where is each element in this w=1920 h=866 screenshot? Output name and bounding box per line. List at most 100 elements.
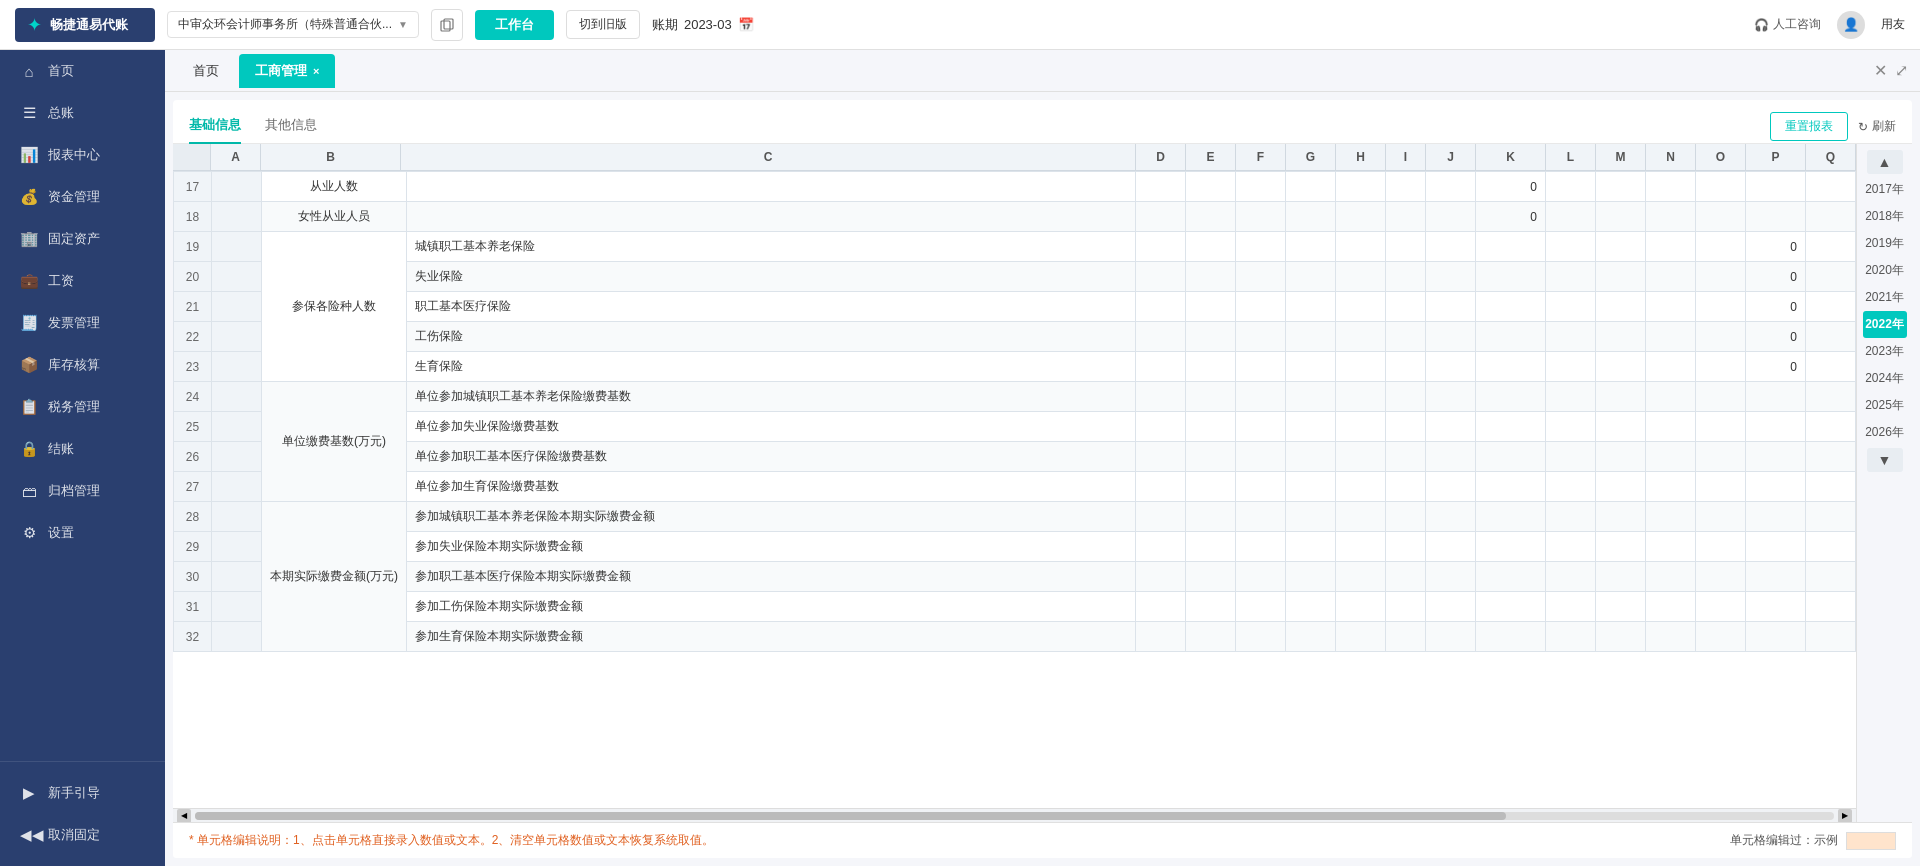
cell-24-f[interactable] — [1236, 382, 1286, 412]
cell-31-q[interactable] — [1806, 592, 1856, 622]
cell-20-c[interactable]: 失业保险 — [407, 262, 1136, 292]
cell-28-q[interactable] — [1806, 502, 1856, 532]
cell-30-h[interactable] — [1336, 562, 1386, 592]
sidebar-item-salary[interactable]: 💼 工资 — [0, 260, 165, 302]
cell-29-i[interactable] — [1386, 532, 1426, 562]
cell-19-h[interactable] — [1336, 232, 1386, 262]
cell-29-n[interactable] — [1646, 532, 1696, 562]
year-item-2021[interactable]: 2021年 — [1863, 284, 1907, 311]
cell-18-j[interactable] — [1426, 202, 1476, 232]
cell-19-j[interactable] — [1426, 232, 1476, 262]
cell-32-o[interactable] — [1696, 622, 1746, 652]
tab-home[interactable]: 首页 — [177, 54, 235, 88]
cell-21-c[interactable]: 职工基本医疗保险 — [407, 292, 1136, 322]
cell-32-e[interactable] — [1186, 622, 1236, 652]
cell-18-c[interactable] — [407, 202, 1136, 232]
cell-19-o[interactable] — [1696, 232, 1746, 262]
cell-18-p[interactable] — [1746, 202, 1806, 232]
cell-26-o[interactable] — [1696, 442, 1746, 472]
cell-29-e[interactable] — [1186, 532, 1236, 562]
refresh-button[interactable]: ↻ 刷新 — [1858, 118, 1896, 135]
cell-26-i[interactable] — [1386, 442, 1426, 472]
h-scroll-thumb[interactable] — [195, 812, 1506, 820]
cell-21-g[interactable] — [1286, 292, 1336, 322]
tab-close-icon[interactable]: × — [313, 65, 319, 77]
cell-31-f[interactable] — [1236, 592, 1286, 622]
cell-22-l[interactable] — [1546, 322, 1596, 352]
year-item-2024[interactable]: 2024年 — [1863, 365, 1907, 392]
tab-close-button[interactable]: ✕ — [1874, 61, 1887, 80]
cell-28-d[interactable] — [1136, 502, 1186, 532]
cell-32-l[interactable] — [1546, 622, 1596, 652]
cell-23-f[interactable] — [1236, 352, 1286, 382]
cell-23-g[interactable] — [1286, 352, 1336, 382]
workbench-button[interactable]: 工作台 — [475, 10, 554, 40]
cell-20-q[interactable] — [1806, 262, 1856, 292]
cell-31-d[interactable] — [1136, 592, 1186, 622]
cell-31-p[interactable] — [1746, 592, 1806, 622]
cell-21-j[interactable] — [1426, 292, 1476, 322]
cell-17-d[interactable] — [1136, 172, 1186, 202]
cell-21-p[interactable]: 0 — [1746, 292, 1806, 322]
sidebar-item-home[interactable]: ⌂ 首页 — [0, 50, 165, 92]
cell-32-p[interactable] — [1746, 622, 1806, 652]
cell-18-o[interactable] — [1696, 202, 1746, 232]
cell-23-q[interactable] — [1806, 352, 1856, 382]
cell-17-e[interactable] — [1186, 172, 1236, 202]
cell-17-b[interactable]: 从业人数 — [262, 172, 407, 202]
cell-24-d[interactable] — [1136, 382, 1186, 412]
cell-28-c[interactable]: 参加城镇职工基本养老保险本期实际缴费金额 — [407, 502, 1136, 532]
cell-17-p[interactable] — [1746, 172, 1806, 202]
cell-23-d[interactable] — [1136, 352, 1186, 382]
cell-29-m[interactable] — [1596, 532, 1646, 562]
sidebar-item-tax[interactable]: 📋 税务管理 — [0, 386, 165, 428]
cell-24-e[interactable] — [1186, 382, 1236, 412]
cell-27-c[interactable]: 单位参加生育保险缴费基数 — [407, 472, 1136, 502]
cell-30-n[interactable] — [1646, 562, 1696, 592]
cell-25-i[interactable] — [1386, 412, 1426, 442]
cell-28-i[interactable] — [1386, 502, 1426, 532]
cell-19-e[interactable] — [1186, 232, 1236, 262]
cell-30-m[interactable] — [1596, 562, 1646, 592]
cell-18-k[interactable]: 0 — [1476, 202, 1546, 232]
cell-19-g[interactable] — [1286, 232, 1336, 262]
cell-29-o[interactable] — [1696, 532, 1746, 562]
cell-25-f[interactable] — [1236, 412, 1286, 442]
cell-18-l[interactable] — [1546, 202, 1596, 232]
cell-23-n[interactable] — [1646, 352, 1696, 382]
cell-17-i[interactable] — [1386, 172, 1426, 202]
cell-24-l[interactable] — [1546, 382, 1596, 412]
cell-27-d[interactable] — [1136, 472, 1186, 502]
cell-17-q[interactable] — [1806, 172, 1856, 202]
cell-26-g[interactable] — [1286, 442, 1336, 472]
cell-28-k[interactable] — [1476, 502, 1546, 532]
cell-19-p[interactable]: 0 — [1746, 232, 1806, 262]
sub-tab-other[interactable]: 其他信息 — [265, 110, 317, 144]
cell-23-e[interactable] — [1186, 352, 1236, 382]
cell-17-h[interactable] — [1336, 172, 1386, 202]
cell-23-l[interactable] — [1546, 352, 1596, 382]
cell-18-m[interactable] — [1596, 202, 1646, 232]
cell-18-d[interactable] — [1136, 202, 1186, 232]
cell-20-n[interactable] — [1646, 262, 1696, 292]
cell-24-j[interactable] — [1426, 382, 1476, 412]
cell-26-e[interactable] — [1186, 442, 1236, 472]
cell-23-p[interactable]: 0 — [1746, 352, 1806, 382]
year-item-2017[interactable]: 2017年 — [1863, 176, 1907, 203]
cell-18-e[interactable] — [1186, 202, 1236, 232]
cell-24-h[interactable] — [1336, 382, 1386, 412]
cell-25-c[interactable]: 单位参加失业保险缴费基数 — [407, 412, 1136, 442]
cell-27-j[interactable] — [1426, 472, 1476, 502]
cell-20-l[interactable] — [1546, 262, 1596, 292]
cell-29-f[interactable] — [1236, 532, 1286, 562]
cell-25-l[interactable] — [1546, 412, 1596, 442]
cell-20-p[interactable]: 0 — [1746, 262, 1806, 292]
cell-24-p[interactable] — [1746, 382, 1806, 412]
cell-26-n[interactable] — [1646, 442, 1696, 472]
cell-28-j[interactable] — [1426, 502, 1476, 532]
cell-20-i[interactable] — [1386, 262, 1426, 292]
sidebar-item-wizard[interactable]: ▶ 新手引导 — [0, 772, 165, 814]
cell-18-h[interactable] — [1336, 202, 1386, 232]
cell-22-j[interactable] — [1426, 322, 1476, 352]
calendar-icon[interactable]: 📅 — [738, 17, 754, 32]
